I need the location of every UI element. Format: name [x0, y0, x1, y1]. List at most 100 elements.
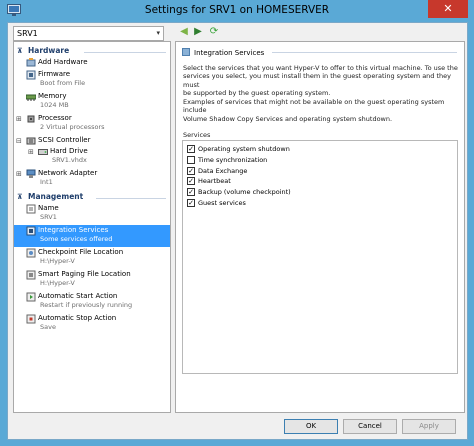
tree-item-label: Hard Drive: [50, 147, 88, 155]
controller-icon: [26, 137, 36, 145]
tree-item-checkpoint-file-location[interactable]: Checkpoint File Location H:\Hyper-V: [14, 247, 170, 269]
firmware-icon: [26, 70, 36, 80]
automatic-stop-icon: [26, 314, 36, 324]
vm-selector[interactable]: SRV1 ▾: [13, 26, 164, 41]
tree-item-detail: SRV1.vhdx: [52, 156, 87, 164]
expand-icon[interactable]: ⊞: [28, 148, 34, 156]
integration-services-icon: [26, 226, 36, 236]
collapse-icon[interactable]: ⊟: [16, 137, 22, 145]
tree-item-label: Integration Services: [38, 226, 109, 234]
expand-icon[interactable]: ⊞: [16, 115, 22, 123]
chevron-down-icon: ▾: [156, 29, 160, 37]
integration-services-icon: [182, 48, 190, 56]
tree-item-label: Smart Paging File Location: [38, 270, 131, 278]
tree-item-hard-drive[interactable]: ⊞ Hard Drive SRV1.vhdx: [14, 146, 170, 168]
section-divider: [84, 52, 166, 53]
vm-selector-value: SRV1: [17, 29, 38, 38]
management-section-header[interactable]: ⊼ Management: [14, 191, 170, 203]
collapse-icon[interactable]: ⊼: [17, 45, 23, 57]
automatic-start-icon: [26, 292, 36, 302]
tree-item-label: Processor: [38, 114, 72, 122]
tree-item-detail: Save: [40, 323, 56, 331]
smart-paging-icon: [26, 270, 36, 280]
title-bar: Settings for SRV1 on HOMESERVER ✕: [0, 0, 474, 22]
tree-item-scsi-controller[interactable]: ⊟ SCSI Controller: [14, 135, 170, 146]
tree-item-detail: H:\Hyper-V: [40, 257, 75, 265]
tree-item-label: Name: [38, 204, 59, 212]
description-line: Volume Shadow Copy Services and operatin…: [183, 114, 393, 123]
checkpoint-icon: [26, 248, 36, 258]
service-checkbox[interactable]: ✓: [187, 145, 195, 153]
close-button[interactable]: ✕: [428, 0, 468, 18]
tree-item-label: Checkpoint File Location: [38, 248, 124, 256]
tree-item-detail: H:\Hyper-V: [40, 279, 75, 287]
refresh-icon[interactable]: ⟳: [208, 26, 220, 38]
hard-drive-icon: [38, 149, 48, 155]
tree-item-detail: 1024 MB: [40, 101, 69, 109]
service-label: Operating system shutdown: [198, 145, 290, 153]
services-group: Services ✓ Operating system shutdown Time …: [182, 131, 458, 374]
description-line: Select the services that you want Hyper-…: [183, 64, 458, 72]
service-label: Backup (volume checkpoint): [198, 188, 291, 197]
collapse-icon[interactable]: ⊼: [17, 191, 23, 203]
tree-item-label: Network Adapter: [38, 169, 98, 177]
description-line: be supported by the guest operating syst…: [183, 89, 331, 98]
tree-item-label: SCSI Controller: [38, 136, 91, 144]
service-checkbox[interactable]: ✓: [187, 166, 195, 175]
service-checkbox[interactable]: ✓: [187, 199, 195, 207]
description-paragraph: Select the services that you want Hyper-…: [183, 64, 459, 98]
apply-button[interactable]: Apply: [402, 419, 456, 434]
forward-arrow-icon[interactable]: ▶: [192, 26, 204, 38]
settings-window: Settings for SRV1 on HOMESERVER ✕ SRV1 ▾…: [0, 0, 474, 446]
window-title: Settings for SRV1 on HOMESERVER: [144, 4, 330, 16]
tree-item-smart-paging-file-location[interactable]: Smart Paging File Location H:\Hyper-V: [14, 269, 170, 291]
tree-item-label: Firmware: [38, 70, 71, 78]
panel-heading: Integration Services: [182, 48, 457, 57]
tree-item-integration-services[interactable]: Integration Services Some services offer…: [14, 225, 170, 247]
service-checkbox[interactable]: [187, 155, 195, 164]
panel-title: Integration Services: [194, 49, 265, 57]
management-section-label: Management: [28, 192, 84, 201]
service-label: Time synchronization: [198, 155, 268, 164]
tree-item-label: Automatic Stop Action: [38, 314, 117, 322]
service-label: Data Exchange: [198, 166, 248, 175]
expand-icon[interactable]: ⊞: [16, 170, 22, 178]
processor-icon: [27, 115, 35, 123]
examples-paragraph: Examples of services that might not be a…: [183, 98, 459, 123]
services-group-label: Services: [183, 131, 211, 139]
settings-tree: ⊼ Hardware Add Hardware Firmware Boot fr…: [13, 41, 171, 413]
tree-item-detail: Some services offered: [40, 235, 113, 243]
tree-item-label: Memory: [38, 92, 67, 100]
tree-item-processor[interactable]: ⊞ Processor 2 Virtual processors: [14, 113, 170, 135]
section-divider: [272, 52, 457, 53]
tree-item-detail: 2 Virtual processors: [40, 123, 105, 131]
tree-item-automatic-stop-action[interactable]: Automatic Stop Action Save: [14, 313, 170, 335]
description-line: services you select, you must install th…: [183, 72, 452, 89]
tree-item-detail: SRV1: [40, 213, 57, 221]
tree-item-firmware[interactable]: Firmware Boot from File: [14, 69, 170, 91]
network-adapter-icon: [26, 169, 36, 178]
hardware-section-header[interactable]: ⊼ Hardware: [14, 45, 170, 57]
cancel-button[interactable]: Cancel: [343, 419, 397, 434]
tree-item-automatic-start-action[interactable]: Automatic Start Action Restart if previo…: [14, 291, 170, 313]
tree-item-detail: Int1: [40, 178, 53, 186]
add-hardware-icon: [26, 58, 36, 67]
service-checkbox[interactable]: ✓: [187, 188, 195, 197]
name-icon: [26, 204, 36, 214]
client-area: SRV1 ▾ ◀ ▶ ⟳ ⊼ Hardware Add Hardware Fir…: [7, 22, 468, 440]
description-line: Examples of services that might not be a…: [183, 98, 445, 115]
tree-item-detail: Boot from File: [40, 79, 86, 87]
ok-button[interactable]: OK: [284, 419, 338, 434]
tree-item-add-hardware[interactable]: Add Hardware: [14, 57, 170, 68]
hardware-section-label: Hardware: [28, 46, 70, 55]
service-checkbox[interactable]: ✓: [187, 177, 195, 186]
section-divider: [96, 198, 166, 199]
tree-item-label: Automatic Start Action: [38, 292, 118, 300]
tree-item-label: Add Hardware: [38, 58, 88, 66]
back-arrow-icon[interactable]: ◀: [178, 26, 190, 38]
tree-item-memory[interactable]: Memory 1024 MB: [14, 91, 170, 113]
tree-item-name[interactable]: Name SRV1: [14, 203, 170, 225]
tree-item-network-adapter[interactable]: ⊞ Network Adapter Int1: [14, 168, 170, 190]
service-label: Heartbeat: [198, 177, 231, 186]
integration-services-panel: Integration Services Select the services…: [175, 41, 465, 413]
